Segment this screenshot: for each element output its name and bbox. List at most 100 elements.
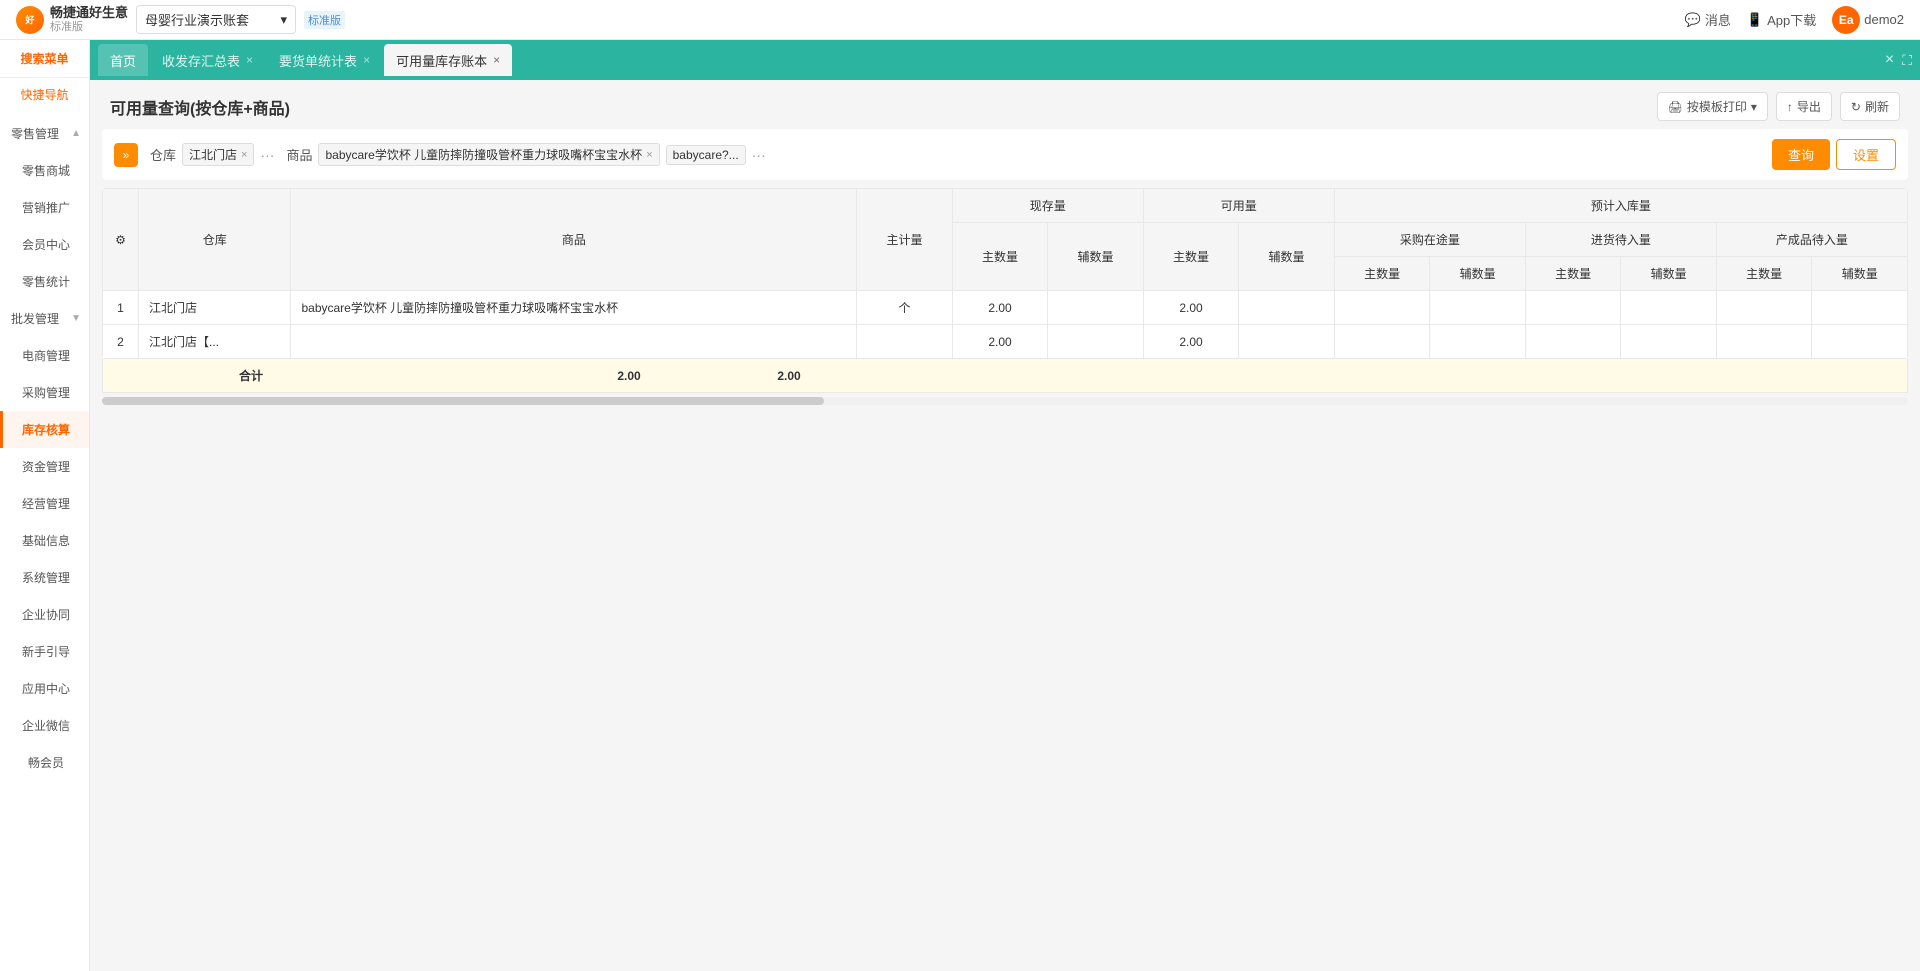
th-production: 产成品待入量 [1716, 223, 1907, 257]
export-button[interactable]: ↑ 导出 [1776, 92, 1832, 121]
product-tag-1[interactable]: babycare学饮杯 儿童防摔防撞吸管杯重力球吸嘴杯宝宝水杯 × [318, 143, 659, 166]
sidebar-item-member2[interactable]: 畅会员 [0, 744, 89, 781]
print-template-button[interactable]: 🖨 按模板打印 ▾ [1657, 92, 1768, 121]
table-scrollbar-thumb[interactable] [102, 397, 824, 405]
th-incoming-aux: 辅数量 [1621, 257, 1717, 291]
sidebar-item-wechat[interactable]: 企业微信 [0, 707, 89, 744]
row-available-aux [1239, 291, 1335, 325]
sidebar-item-basic-info[interactable]: 基础信息 [0, 522, 89, 559]
refresh-button[interactable]: ↻ 刷新 [1840, 92, 1900, 121]
sidebar-item-retail-mall[interactable]: 零售商城 [0, 152, 89, 189]
filter-bar: » 仓库 江北门店 × ··· 商品 babycare学饮杯 儿童防摔防撞吸管杯… [102, 129, 1908, 180]
product-more-icon[interactable]: ··· [752, 147, 766, 163]
app-logo: 好 畅捷通好生意 标准版 [16, 5, 128, 34]
message-button[interactable]: 💬 消息 [1685, 10, 1731, 29]
row-product: babycare学饮杯 儿童防摔防撞吸管杯重力球吸嘴杯宝宝水杯 [291, 291, 857, 325]
download-button[interactable]: 📱 App下载 [1747, 10, 1816, 29]
th-settings[interactable]: ⚙ [103, 189, 139, 291]
th-planned: 预计入库量 [1334, 189, 1907, 223]
table-container: ⚙ 仓库 商品 主计量 现存量 可用量 预计入库量 主数量 辅数量 主数量 辅数… [102, 188, 1908, 359]
th-available: 可用量 [1143, 189, 1334, 223]
th-product: 商品 [291, 189, 857, 291]
tab-order-stats[interactable]: 要货单统计表 × [267, 44, 382, 76]
filter-product-group: 商品 babycare学饮杯 儿童防摔防撞吸管杯重力球吸嘴杯宝宝水杯 × bab… [286, 143, 765, 166]
sidebar-item-finance[interactable]: 资金管理 [0, 448, 89, 485]
sidebar-item-wholesale[interactable]: 批发管理 ▼ [0, 300, 89, 337]
row-purchase-transit-main [1334, 325, 1430, 359]
row-unit [857, 325, 953, 359]
th-purchase-transit: 采购在途量 [1334, 223, 1525, 257]
warehouse-more-icon[interactable]: ··· [260, 147, 274, 163]
footer-stock-main: 2.00 [589, 369, 669, 383]
app-logo-icon: 好 [16, 6, 44, 34]
tab-home[interactable]: 首页 [98, 44, 148, 76]
row-purchase-transit-main [1334, 291, 1430, 325]
tab-bar-actions: × ⛶ [1885, 51, 1912, 69]
th-purchase-transit-main: 主数量 [1334, 257, 1430, 291]
tab-close-available-inventory[interactable]: × [493, 53, 500, 67]
top-bar-right: 💬 消息 📱 App下载 Ea demo2 [1685, 6, 1904, 34]
table-scrollbar[interactable] [102, 397, 1908, 405]
sidebar-item-purchase[interactable]: 采购管理 [0, 374, 89, 411]
filter-expand-button[interactable]: » [114, 143, 138, 167]
app-name: 畅捷通好生意 标准版 [50, 5, 128, 34]
th-production-aux: 辅数量 [1812, 257, 1908, 291]
chevron-down-icon: ▾ [280, 12, 287, 28]
row-incoming-main [1525, 325, 1621, 359]
th-available-main: 主数量 [1143, 223, 1239, 291]
sidebar-item-member[interactable]: 会员中心 [0, 226, 89, 263]
sidebar-item-retail-stats[interactable]: 零售统计 [0, 263, 89, 300]
product-tag-1-close[interactable]: × [646, 149, 652, 161]
page-actions: 🖨 按模板打印 ▾ ↑ 导出 ↻ 刷新 [1657, 92, 1900, 121]
sidebar-item-newbie[interactable]: 新手引导 [0, 633, 89, 670]
chevron-down-icon: ▼ [71, 313, 81, 324]
sidebar-item-ecommerce[interactable]: 电商管理 [0, 337, 89, 374]
row-unit: 个 [857, 291, 953, 325]
settings-button[interactable]: 设置 [1836, 139, 1896, 170]
row-index: 1 [103, 291, 139, 325]
sidebar-item-app-center[interactable]: 应用中心 [0, 670, 89, 707]
footer-label: 合计 [229, 367, 529, 384]
sidebar-nav-label[interactable]: 快捷导航 [0, 78, 89, 111]
row-warehouse: 江北门店【... [139, 325, 291, 359]
tab-close-order-stats[interactable]: × [363, 53, 370, 67]
user-profile[interactable]: Ea demo2 [1832, 6, 1904, 34]
tab-expand-button[interactable]: ⛶ [1902, 52, 1912, 69]
download-icon: 📱 [1747, 12, 1763, 28]
tab-close-stock-summary[interactable]: × [246, 53, 253, 67]
data-table: ⚙ 仓库 商品 主计量 现存量 可用量 预计入库量 主数量 辅数量 主数量 辅数… [102, 188, 1908, 359]
printer-icon: 🖨 [1668, 100, 1683, 114]
warehouse-tag-close[interactable]: × [241, 149, 247, 161]
sidebar-item-inventory[interactable]: 库存核算 [0, 411, 89, 448]
sidebar-item-operations[interactable]: 经营管理 [0, 485, 89, 522]
sidebar-search[interactable]: 搜索菜单 [0, 40, 89, 78]
row-purchase-transit-aux [1430, 325, 1526, 359]
table-row: 2 江北门店【... 2.00 2.00 [103, 325, 1908, 359]
th-production-main: 主数量 [1716, 257, 1812, 291]
th-warehouse: 仓库 [139, 189, 291, 291]
warehouse-tag[interactable]: 江北门店 × [182, 143, 254, 166]
page-title: 可用量查询(按仓库+商品) [110, 95, 290, 119]
sidebar-item-enterprise[interactable]: 企业协同 [0, 596, 89, 633]
tab-close-all-button[interactable]: × [1885, 51, 1894, 69]
row-available-main: 2.00 [1143, 325, 1239, 359]
query-button[interactable]: 查询 [1772, 139, 1830, 170]
footer-available-main: 2.00 [749, 369, 829, 383]
th-available-aux: 辅数量 [1239, 223, 1335, 291]
th-stock-aux: 辅数量 [1048, 223, 1144, 291]
table-footer: 合计 2.00 2.00 [102, 359, 1908, 393]
product-tag-2[interactable]: babycare?... [666, 145, 746, 165]
sidebar-item-marketing[interactable]: 营销推广 [0, 189, 89, 226]
industry-select[interactable]: 母婴行业演示账套 ▾ [136, 5, 296, 34]
sidebar: 搜索菜单 快捷导航 零售管理 ▲ 零售商城 营销推广 会员中心 零售统计 批发管… [0, 40, 90, 971]
tab-bar: 首页 收发存汇总表 × 要货单统计表 × 可用量库存账本 × × ⛶ [90, 40, 1920, 80]
sidebar-item-retail[interactable]: 零售管理 ▲ [0, 115, 89, 152]
tab-stock-summary[interactable]: 收发存汇总表 × [150, 44, 265, 76]
refresh-icon: ↻ [1851, 100, 1861, 114]
row-production-aux [1812, 291, 1908, 325]
tab-available-inventory[interactable]: 可用量库存账本 × [384, 44, 512, 76]
sidebar-item-system[interactable]: 系统管理 [0, 559, 89, 596]
th-stock: 现存量 [952, 189, 1143, 223]
top-bar-left: 好 畅捷通好生意 标准版 母婴行业演示账套 ▾ 标准版 [16, 5, 345, 34]
row-stock-aux [1048, 291, 1144, 325]
